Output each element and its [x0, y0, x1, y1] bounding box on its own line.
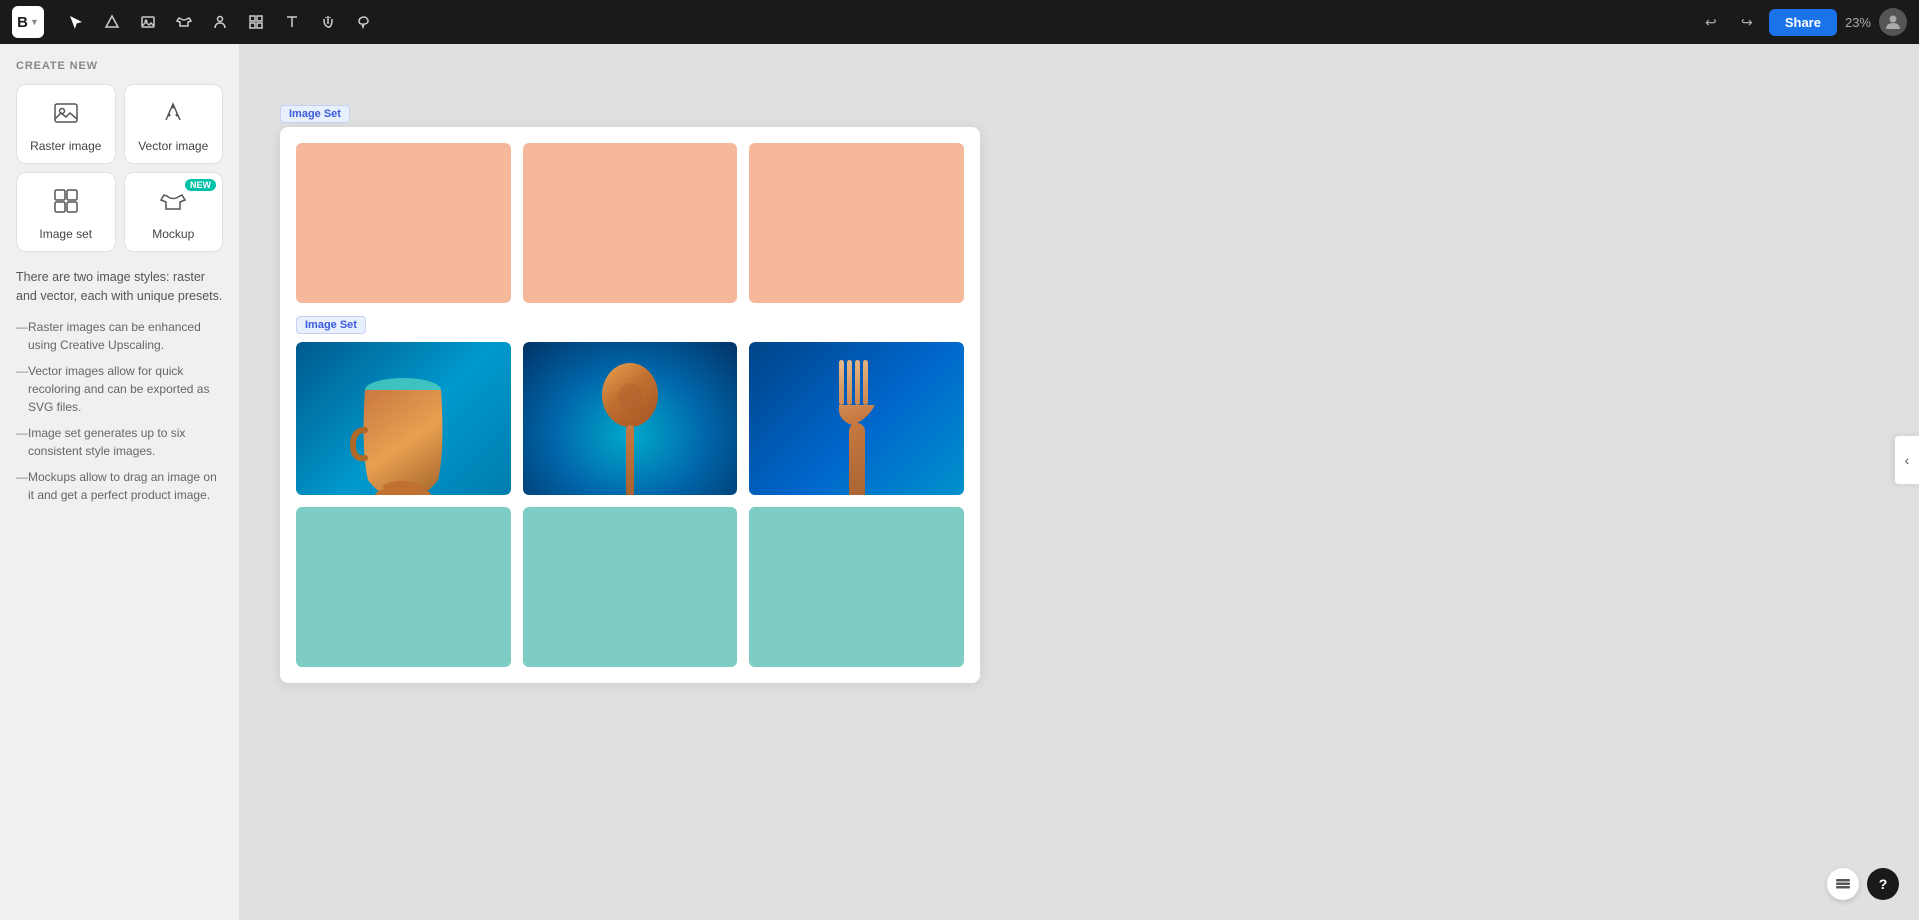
- person-tool[interactable]: [204, 6, 236, 38]
- lasso-tool[interactable]: [348, 6, 380, 38]
- image-grid-row2: [296, 342, 964, 495]
- left-panel: CREATE NEW Raster image Vector image: [0, 44, 240, 920]
- pan-tool[interactable]: [312, 6, 344, 38]
- vector-icon: [159, 99, 187, 133]
- info-item-3: Image set generates up to six consistent…: [16, 424, 223, 460]
- cursor-tool[interactable]: [60, 6, 92, 38]
- undo-button[interactable]: ↩: [1697, 8, 1725, 36]
- info-list: Raster images can be enhanced using Crea…: [16, 318, 223, 504]
- zoom-level: 23%: [1845, 15, 1871, 30]
- redo-button[interactable]: ↪: [1733, 8, 1761, 36]
- user-avatar[interactable]: [1879, 8, 1907, 36]
- canvas-area[interactable]: Image Set Image Set: [240, 44, 1919, 920]
- mockup-tool[interactable]: [168, 6, 200, 38]
- image-set-card[interactable]: Image set: [16, 172, 116, 252]
- help-button[interactable]: ?: [1867, 868, 1899, 900]
- teal-cell-2: [523, 507, 738, 667]
- image-set-tag-wrapper: Image Set: [280, 104, 1879, 127]
- info-item-4: Mockups allow to drag an image on it and…: [16, 468, 223, 504]
- cup-cell[interactable]: [296, 342, 511, 495]
- teal-cell-3: [749, 507, 964, 667]
- teal-cell-1: [296, 507, 511, 667]
- image-grid-row3: [296, 507, 964, 667]
- image-tool[interactable]: [132, 6, 164, 38]
- mockup-label: Mockup: [152, 227, 194, 241]
- vector-image-card[interactable]: Vector image: [124, 84, 224, 164]
- text-tool[interactable]: [276, 6, 308, 38]
- image-set-label: Image set: [39, 227, 92, 241]
- topbar: B ▼: [0, 0, 1919, 44]
- image-set-box[interactable]: Image Set: [280, 127, 980, 683]
- layers-button[interactable]: [1827, 868, 1859, 900]
- image-set-tag-sub: Image Set: [296, 316, 366, 334]
- image-grid-row1: [296, 143, 964, 303]
- mockup-card[interactable]: NEW Mockup: [124, 172, 224, 252]
- vector-label: Vector image: [138, 139, 208, 153]
- info-intro: There are two image styles: raster and v…: [16, 268, 223, 306]
- share-button[interactable]: Share: [1769, 9, 1837, 36]
- canvas-content: Image Set Image Set: [240, 44, 1919, 743]
- info-item-1: Raster images can be enhanced using Crea…: [16, 318, 223, 354]
- info-item-2: Vector images allow for quick recoloring…: [16, 362, 223, 416]
- peach-cell-3: [749, 143, 964, 303]
- image-set-icon: [52, 187, 80, 221]
- right-panel-toggle[interactable]: ‹: [1895, 436, 1919, 484]
- image-set-tag-top: Image Set: [280, 105, 350, 123]
- spoon-cell[interactable]: [523, 342, 738, 495]
- shape-tool[interactable]: [96, 6, 128, 38]
- bottom-right-tools: ?: [1827, 868, 1899, 900]
- peach-cell-1: [296, 143, 511, 303]
- info-section: There are two image styles: raster and v…: [16, 268, 223, 504]
- create-grid: Raster image Vector image Image set NEW: [16, 84, 223, 252]
- app-logo[interactable]: B ▼: [12, 6, 44, 38]
- topbar-right: ↩ ↪ Share 23%: [1697, 8, 1907, 36]
- create-new-label: CREATE NEW: [16, 60, 223, 72]
- raster-label: Raster image: [30, 139, 101, 153]
- peach-cell-2: [523, 143, 738, 303]
- toolbar: [60, 6, 380, 38]
- mockup-icon: [159, 187, 187, 221]
- main-layout: CREATE NEW Raster image Vector image: [0, 0, 1919, 920]
- grid-tool[interactable]: [240, 6, 272, 38]
- fork-cell[interactable]: [749, 342, 964, 495]
- raster-image-card[interactable]: Raster image: [16, 84, 116, 164]
- new-badge: NEW: [185, 179, 216, 191]
- raster-icon: [52, 99, 80, 133]
